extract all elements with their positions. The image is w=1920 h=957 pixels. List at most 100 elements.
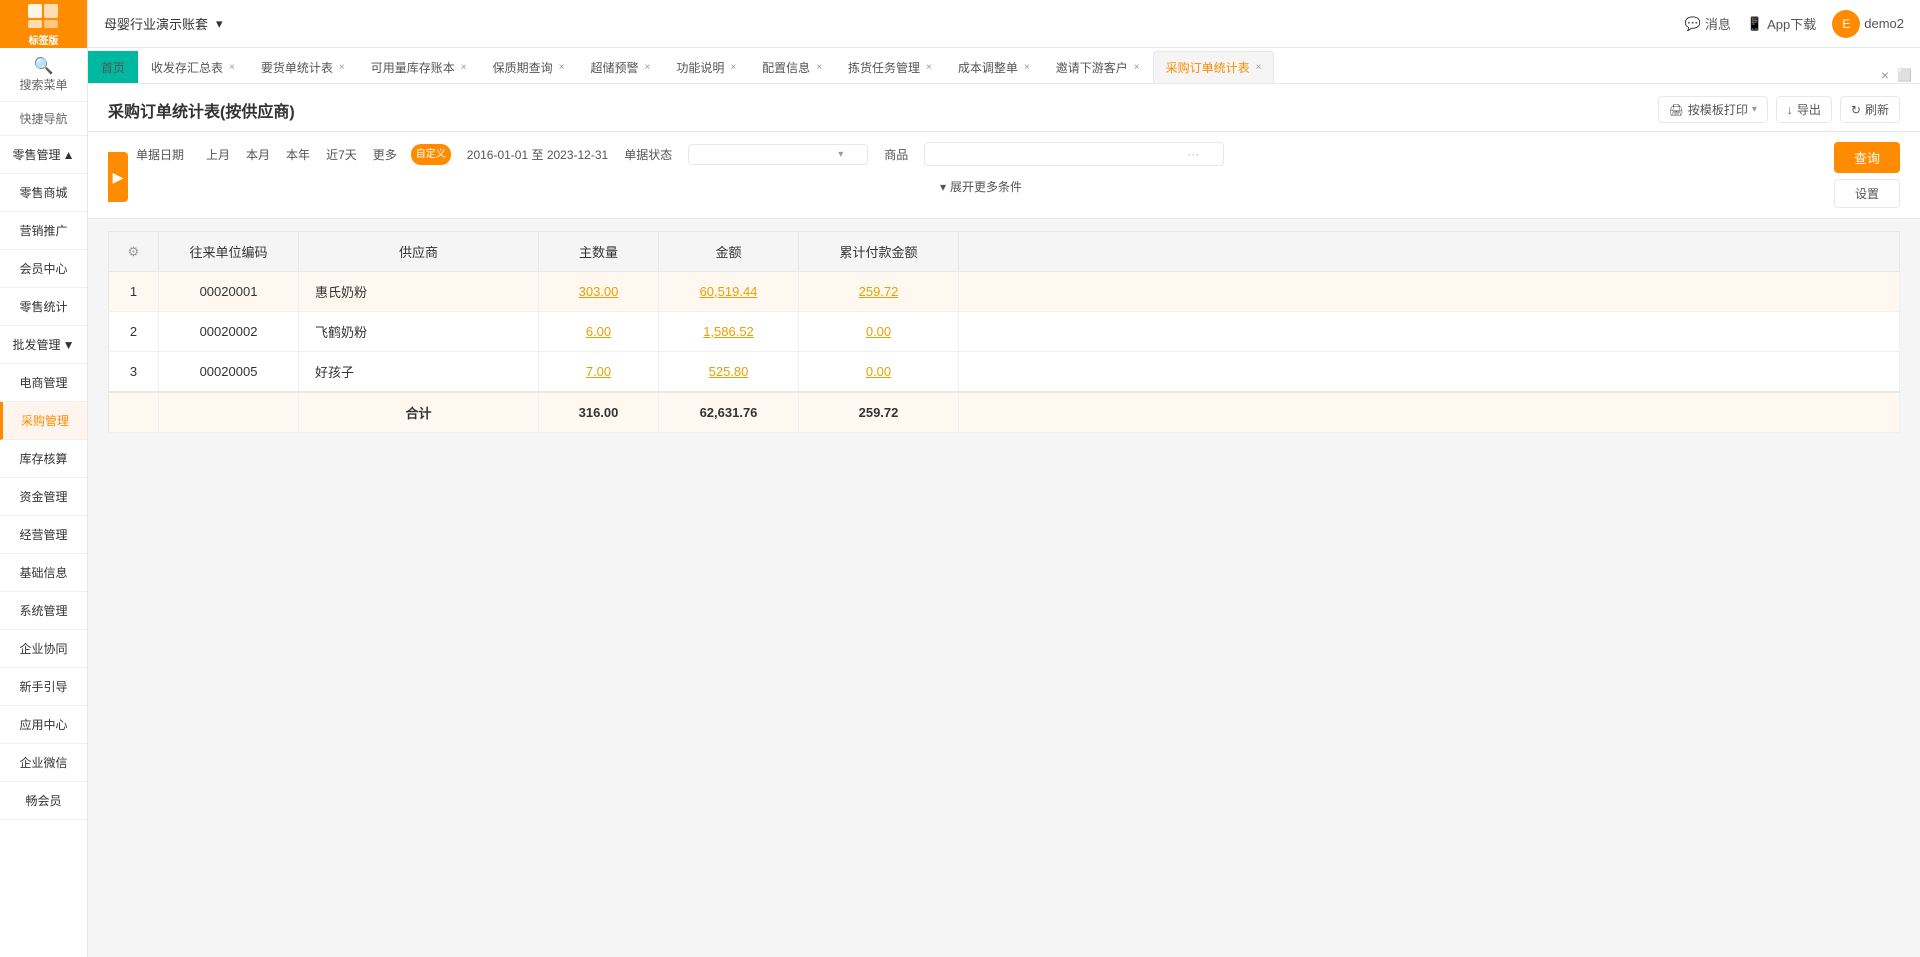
sidebar-item-retail-mgmt[interactable]: 零售管理 ▲ bbox=[0, 136, 87, 174]
refresh-button[interactable]: ↻ 刷新 bbox=[1840, 96, 1900, 123]
goods-input[interactable]: ··· bbox=[924, 142, 1224, 166]
page-header: 采购订单统计表(按供应商) 🖨 按模板打印 ▾ ↓ 导出 ↻ 刷新 bbox=[88, 84, 1920, 132]
tab-purchase-order-summary[interactable]: 采购订单统计表 × bbox=[1153, 51, 1275, 83]
tab-configinfo-close[interactable]: × bbox=[816, 62, 822, 73]
cell-paid-2[interactable]: 0.00 bbox=[799, 352, 959, 393]
refresh-icon: ↻ bbox=[1851, 103, 1861, 117]
tab-costadjust-close[interactable]: × bbox=[1024, 62, 1030, 73]
shortcut-this-year[interactable]: 本年 bbox=[280, 144, 316, 165]
tab-order-summary[interactable]: 要货单统计表 × bbox=[248, 51, 358, 83]
tab-expiry-close[interactable]: × bbox=[559, 62, 565, 73]
tab-invite-downstream[interactable]: 邀请下游客户 × bbox=[1043, 51, 1153, 83]
sidebar-item-biz-mgmt[interactable]: 经营管理 bbox=[0, 516, 87, 554]
cell-supplier-0: 惠氏奶粉 bbox=[299, 272, 539, 312]
data-table: ⚙ 往来单位编码 供应商 主数量 金额 bbox=[108, 231, 1900, 433]
table-settings-icon[interactable]: ⚙ bbox=[128, 244, 140, 259]
sidebar-item-member[interactable]: 会员中心 bbox=[0, 250, 87, 288]
tab-funcdesc-label: 功能说明 bbox=[676, 59, 724, 76]
table-row: 2 00020002 飞鹤奶粉 6.00 1,586.52 0.00 bbox=[109, 312, 1900, 352]
shortcut-this-month[interactable]: 本月 bbox=[240, 144, 276, 165]
shortcut-last-month[interactable]: 上月 bbox=[200, 144, 236, 165]
table-header-row: ⚙ 往来单位编码 供应商 主数量 金额 bbox=[109, 232, 1900, 272]
sidebar-item-ecommerce[interactable]: 电商管理 bbox=[0, 364, 87, 402]
tab-config-info[interactable]: 配置信息 × bbox=[749, 51, 835, 83]
tab-receive-summary[interactable]: 收发存汇总表 × bbox=[138, 51, 248, 83]
tab-funcdesc-close[interactable]: × bbox=[730, 62, 736, 73]
th-extra bbox=[959, 232, 1900, 272]
sidebar-item-enterprise-collab[interactable]: 企业协同 bbox=[0, 630, 87, 668]
message-icon: 💬 bbox=[1685, 16, 1701, 32]
print-button[interactable]: 🖨 按模板打印 ▾ bbox=[1658, 96, 1768, 123]
sidebar-enterprisecollab-label: 企业协同 bbox=[19, 642, 67, 656]
cell-amount-2[interactable]: 525.80 bbox=[659, 352, 799, 393]
user-profile[interactable]: E demo2 bbox=[1832, 10, 1904, 38]
logo-icon bbox=[26, 2, 62, 30]
settings-button[interactable]: 设置 bbox=[1834, 179, 1900, 208]
tab-pickuptask-close[interactable]: × bbox=[926, 62, 932, 73]
tab-receive-close[interactable]: × bbox=[229, 62, 235, 73]
tab-invitedown-close[interactable]: × bbox=[1134, 62, 1140, 73]
dropdown-icon[interactable]: ▾ bbox=[216, 16, 223, 32]
sidebar-quicknav-label: 快捷导航 bbox=[4, 110, 83, 127]
tab-purchaseorder-close[interactable]: × bbox=[1256, 62, 1262, 73]
shortcut-7days[interactable]: 近7天 bbox=[320, 144, 363, 165]
sidebar-item-purchase-mgmt[interactable]: 采购管理 bbox=[0, 402, 87, 440]
cell-extra-2 bbox=[959, 352, 1900, 393]
app-download-button[interactable]: 📱 App下载 bbox=[1747, 14, 1816, 33]
cell-index-2: 3 bbox=[109, 352, 159, 393]
expand-more-row[interactable]: ▾ 展开更多条件 bbox=[136, 172, 1826, 201]
collapse-toggle[interactable]: ▶ bbox=[108, 152, 128, 202]
tab-order-close[interactable]: × bbox=[339, 62, 345, 73]
page-header-actions: 🖨 按模板打印 ▾ ↓ 导出 ↻ 刷新 bbox=[1658, 96, 1900, 123]
print-dropdown-icon: ▾ bbox=[1752, 104, 1757, 115]
status-select[interactable]: ▾ bbox=[688, 144, 868, 165]
tab-overstock-close[interactable]: × bbox=[644, 62, 650, 73]
footer-extra bbox=[959, 392, 1900, 433]
tab-inventory-close[interactable]: × bbox=[461, 62, 467, 73]
tab-available-inventory[interactable]: 可用量库存账本 × bbox=[358, 51, 480, 83]
cell-amount-0[interactable]: 60,519.44 bbox=[659, 272, 799, 312]
tab-cost-adjust[interactable]: 成本调整单 × bbox=[945, 51, 1043, 83]
message-button[interactable]: 💬 消息 bbox=[1685, 14, 1731, 33]
footer-empty1 bbox=[109, 392, 159, 433]
sidebar-item-retail-stats[interactable]: 零售统计 bbox=[0, 288, 87, 326]
tab-overstock[interactable]: 超储预警 × bbox=[577, 51, 663, 83]
sidebar: 标签版 🔍 搜索菜单 快捷导航 零售管理 ▲ 零售商城 营销推广 会员中心 零售… bbox=[0, 0, 88, 957]
export-label: 导出 bbox=[1797, 101, 1821, 118]
sidebar-item-new-guide[interactable]: 新手引导 bbox=[0, 668, 87, 706]
export-button[interactable]: ↓ 导出 bbox=[1776, 96, 1832, 123]
cell-qty-1[interactable]: 6.00 bbox=[539, 312, 659, 352]
shortcut-more[interactable]: 更多 bbox=[367, 144, 403, 165]
tab-pickup-task[interactable]: 拣货任务管理 × bbox=[835, 51, 945, 83]
query-button[interactable]: 查询 bbox=[1834, 142, 1900, 173]
th-amount: 金额 bbox=[659, 232, 799, 272]
print-icon: 🖨 bbox=[1669, 103, 1684, 117]
tab-maximize-icon[interactable]: ⬜ bbox=[1897, 68, 1912, 82]
chevron-down-icon: ▼ bbox=[63, 338, 75, 352]
sidebar-item-enterprise-wechat[interactable]: 企业微信 bbox=[0, 744, 87, 782]
cell-paid-0[interactable]: 259.72 bbox=[799, 272, 959, 312]
sidebar-item-system-mgmt[interactable]: 系统管理 bbox=[0, 592, 87, 630]
sidebar-item-wholesale-mgmt[interactable]: 批发管理 ▼ bbox=[0, 326, 87, 364]
sidebar-item-search[interactable]: 🔍 搜索菜单 bbox=[0, 48, 87, 102]
download-icon: 📱 bbox=[1747, 16, 1763, 32]
tab-function-desc[interactable]: 功能说明 × bbox=[663, 51, 749, 83]
cell-qty-0[interactable]: 303.00 bbox=[539, 272, 659, 312]
sidebar-item-basic-info[interactable]: 基础信息 bbox=[0, 554, 87, 592]
cell-qty-2[interactable]: 7.00 bbox=[539, 352, 659, 393]
cell-supplier-2: 好孩子 bbox=[299, 352, 539, 393]
sidebar-item-member2[interactable]: 畅会员 bbox=[0, 782, 87, 820]
sidebar-item-app-center[interactable]: 应用中心 bbox=[0, 706, 87, 744]
sidebar-ecommerce-label: 电商管理 bbox=[19, 376, 67, 390]
tab-close-all-icon[interactable]: × bbox=[1881, 67, 1889, 83]
sidebar-item-finance[interactable]: 资金管理 bbox=[0, 478, 87, 516]
cell-paid-1[interactable]: 0.00 bbox=[799, 312, 959, 352]
cell-amount-1[interactable]: 1,586.52 bbox=[659, 312, 799, 352]
sidebar-item-marketing[interactable]: 营销推广 bbox=[0, 212, 87, 250]
tab-home[interactable]: 首页 bbox=[88, 51, 138, 83]
tab-expiry-query[interactable]: 保质期查询 × bbox=[480, 51, 578, 83]
sidebar-item-inventory-check[interactable]: 库存核算 bbox=[0, 440, 87, 478]
main-content: 母婴行业演示账套 ▾ 💬 消息 📱 App下载 E demo2 首页 bbox=[88, 0, 1920, 957]
sidebar-item-quick-nav[interactable]: 快捷导航 bbox=[0, 102, 87, 136]
sidebar-item-retail-store[interactable]: 零售商城 bbox=[0, 174, 87, 212]
